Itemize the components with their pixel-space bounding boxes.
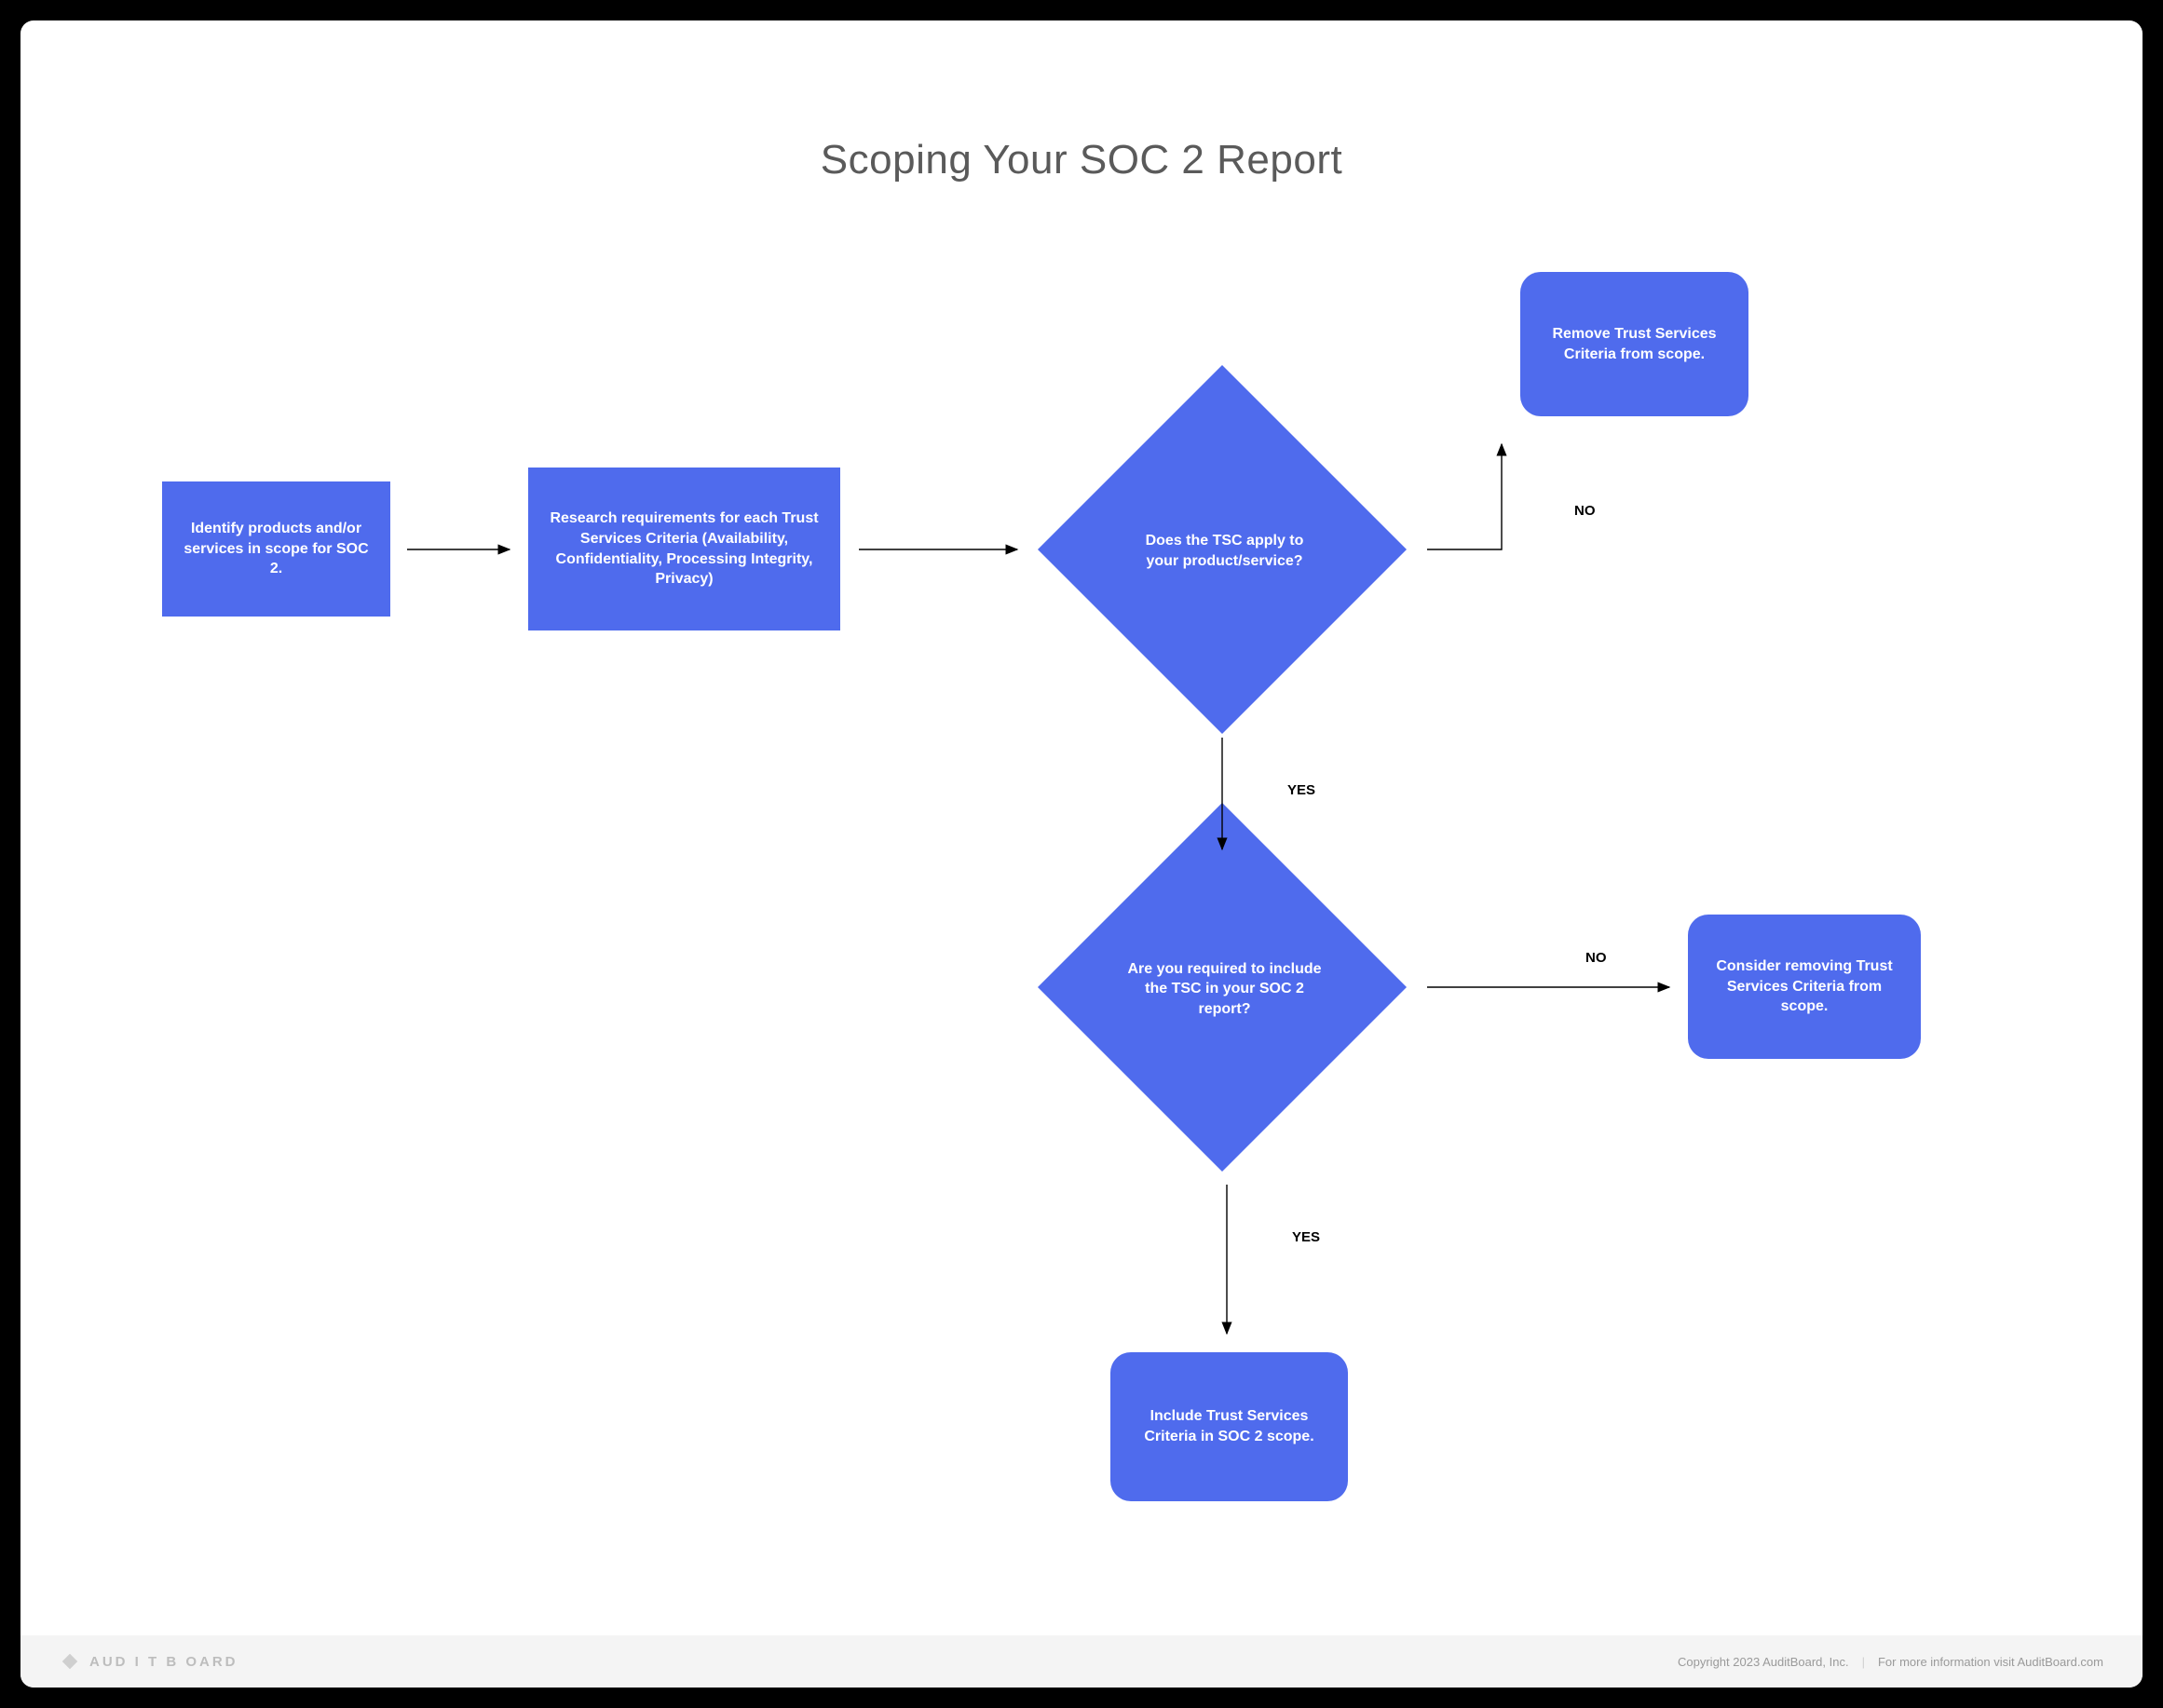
label-no-1: NO xyxy=(1574,503,1596,519)
diagram-page: Scoping Your SOC 2 Report Identify produ… xyxy=(20,20,2143,1688)
node-research-text: Research requirements for each Trust Ser… xyxy=(545,508,823,589)
node-decision-required-text: Are you required to include the TSC in y… xyxy=(1120,959,1329,1020)
node-identify-text: Identify products and/or services in sco… xyxy=(183,519,370,579)
node-decision-tsc-apply-text: Does the TSC apply to your product/servi… xyxy=(1129,531,1320,571)
label-no-2: NO xyxy=(1585,950,1607,966)
footer-more-info: For more information visit AuditBoard.co… xyxy=(1878,1655,2103,1669)
node-include-tsc-text: Include Trust Services Criteria in SOC 2… xyxy=(1136,1406,1322,1446)
page-title: Scoping Your SOC 2 Report xyxy=(20,137,2143,183)
flow-arrows xyxy=(20,20,2143,1688)
node-consider-remove-text: Consider removing Trust Services Criteri… xyxy=(1710,956,1898,1017)
brand-logo-icon xyxy=(60,1651,80,1672)
footer-separator: | xyxy=(1862,1655,1865,1669)
node-consider-remove: Consider removing Trust Services Criteri… xyxy=(1688,915,1921,1059)
brand: AUD I T B OARD xyxy=(60,1651,238,1672)
node-remove-tsc-text: Remove Trust Services Criteria from scop… xyxy=(1546,324,1722,364)
node-remove-tsc: Remove Trust Services Criteria from scop… xyxy=(1520,272,1748,416)
label-yes-2: YES xyxy=(1292,1229,1320,1245)
node-research: Research requirements for each Trust Ser… xyxy=(528,468,840,630)
label-yes-1: YES xyxy=(1287,782,1315,798)
brand-name: AUD I T B OARD xyxy=(89,1654,238,1670)
footer-copyright: Copyright 2023 AuditBoard, Inc. xyxy=(1678,1655,1849,1669)
footer: AUD I T B OARD Copyright 2023 AuditBoard… xyxy=(20,1635,2143,1688)
node-identify: Identify products and/or services in sco… xyxy=(162,481,390,617)
node-include-tsc: Include Trust Services Criteria in SOC 2… xyxy=(1110,1352,1348,1501)
